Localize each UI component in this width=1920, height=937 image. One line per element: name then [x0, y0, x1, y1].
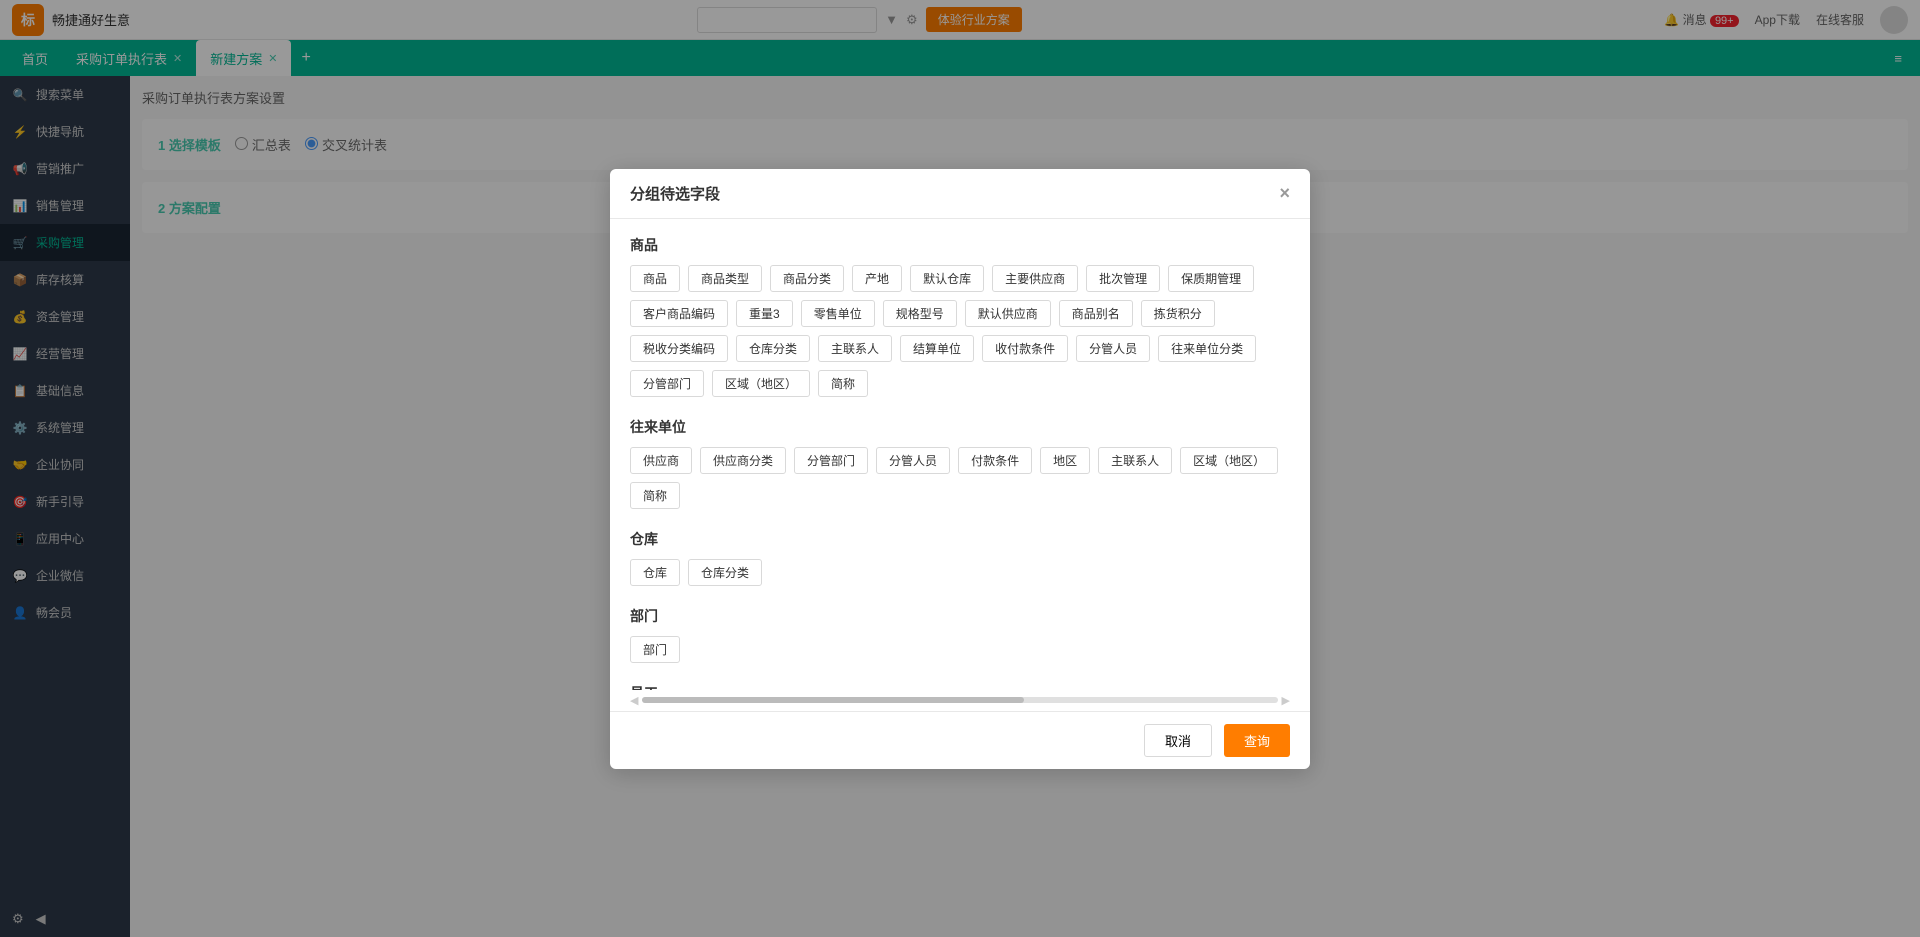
field-default-warehouse[interactable]: 默认仓库 — [910, 265, 984, 292]
field-main-supplier[interactable]: 主要供应商 — [992, 265, 1078, 292]
field-partner-shortname[interactable]: 简称 — [630, 482, 680, 509]
section-department-fields: 部门 — [630, 636, 1290, 663]
section-department: 部门 部门 — [630, 606, 1290, 663]
section-employee: 员工 业务员 — [630, 683, 1290, 690]
modal-footer: 取消 查询 — [610, 711, 1310, 769]
section-product-fields: 商品 商品类型 商品分类 产地 默认仓库 主要供应商 批次管理 保质期管理 客户… — [630, 265, 1290, 397]
field-spec-model[interactable]: 规格型号 — [883, 300, 957, 327]
field-tax-code[interactable]: 税收分类编码 — [630, 335, 728, 362]
field-origin[interactable]: 产地 — [852, 265, 902, 292]
modal-title: 分组待选字段 — [630, 183, 720, 204]
section-warehouse-title: 仓库 — [630, 529, 1290, 549]
field-default-supplier[interactable]: 默认供应商 — [965, 300, 1051, 327]
field-partner-supervisor[interactable]: 分管人员 — [876, 447, 950, 474]
field-shelf-life[interactable]: 保质期管理 — [1168, 265, 1254, 292]
section-product: 商品 商品 商品类型 商品分类 产地 默认仓库 主要供应商 批次管理 保质期管理… — [630, 235, 1290, 397]
modal-close-btn[interactable]: × — [1279, 184, 1290, 202]
field-customer-code[interactable]: 客户商品编码 — [630, 300, 728, 327]
field-product-alias[interactable]: 商品别名 — [1059, 300, 1133, 327]
field-partner-region[interactable]: 区域（地区） — [1180, 447, 1278, 474]
section-partner-fields: 供应商 供应商分类 分管部门 分管人员 付款条件 地区 主联系人 区域（地区） … — [630, 447, 1290, 509]
cancel-button[interactable]: 取消 — [1144, 724, 1212, 757]
field-partner-contact[interactable]: 主联系人 — [1098, 447, 1172, 474]
field-dept[interactable]: 分管部门 — [630, 370, 704, 397]
field-supplier[interactable]: 供应商 — [630, 447, 692, 474]
section-partner: 往来单位 供应商 供应商分类 分管部门 分管人员 付款条件 地区 主联系人 区域… — [630, 417, 1290, 509]
scroll-right-icon[interactable]: ▶ — [1282, 694, 1290, 707]
field-supplier-category[interactable]: 供应商分类 — [700, 447, 786, 474]
field-retail-unit[interactable]: 零售单位 — [801, 300, 875, 327]
field-supervisor[interactable]: 分管人员 — [1076, 335, 1150, 362]
field-product[interactable]: 商品 — [630, 265, 680, 292]
field-payment-condition[interactable]: 付款条件 — [958, 447, 1032, 474]
field-product-category[interactable]: 商品分类 — [770, 265, 844, 292]
field-short-name[interactable]: 简称 — [818, 370, 868, 397]
field-select-modal: 分组待选字段 × 商品 商品 商品类型 商品分类 产地 默认仓库 主要供应商 批… — [610, 169, 1310, 769]
confirm-button[interactable]: 查询 — [1224, 724, 1290, 757]
section-warehouse: 仓库 仓库 仓库分类 — [630, 529, 1290, 586]
field-warehouse-category[interactable]: 仓库分类 — [736, 335, 810, 362]
field-area[interactable]: 地区 — [1040, 447, 1090, 474]
section-employee-title: 员工 — [630, 683, 1290, 690]
field-main-contact[interactable]: 主联系人 — [818, 335, 892, 362]
section-product-title: 商品 — [630, 235, 1290, 255]
field-weight3[interactable]: 重量3 — [736, 300, 793, 327]
section-department-title: 部门 — [630, 606, 1290, 626]
section-partner-title: 往来单位 — [630, 417, 1290, 437]
hscrollbar[interactable] — [642, 697, 1277, 703]
section-warehouse-fields: 仓库 仓库分类 — [630, 559, 1290, 586]
modal-hscrollbar-area: ◀ ▶ — [610, 690, 1310, 711]
field-product-type[interactable]: 商品类型 — [688, 265, 762, 292]
field-region[interactable]: 区域（地区） — [712, 370, 810, 397]
modal-header: 分组待选字段 × — [610, 169, 1310, 219]
field-partner-dept[interactable]: 分管部门 — [794, 447, 868, 474]
modal-body: 商品 商品 商品类型 商品分类 产地 默认仓库 主要供应商 批次管理 保质期管理… — [610, 219, 1310, 690]
field-warehouse[interactable]: 仓库 — [630, 559, 680, 586]
field-batch-management[interactable]: 批次管理 — [1086, 265, 1160, 292]
field-settlement-unit[interactable]: 结算单位 — [900, 335, 974, 362]
field-pick-points[interactable]: 拣货积分 — [1141, 300, 1215, 327]
field-department[interactable]: 部门 — [630, 636, 680, 663]
modal-overlay: 分组待选字段 × 商品 商品 商品类型 商品分类 产地 默认仓库 主要供应商 批… — [0, 0, 1920, 937]
field-partner-category[interactable]: 往来单位分类 — [1158, 335, 1256, 362]
field-payment-terms[interactable]: 收付款条件 — [982, 335, 1068, 362]
scroll-left-icon[interactable]: ◀ — [630, 694, 638, 707]
field-warehouse-cat[interactable]: 仓库分类 — [688, 559, 762, 586]
